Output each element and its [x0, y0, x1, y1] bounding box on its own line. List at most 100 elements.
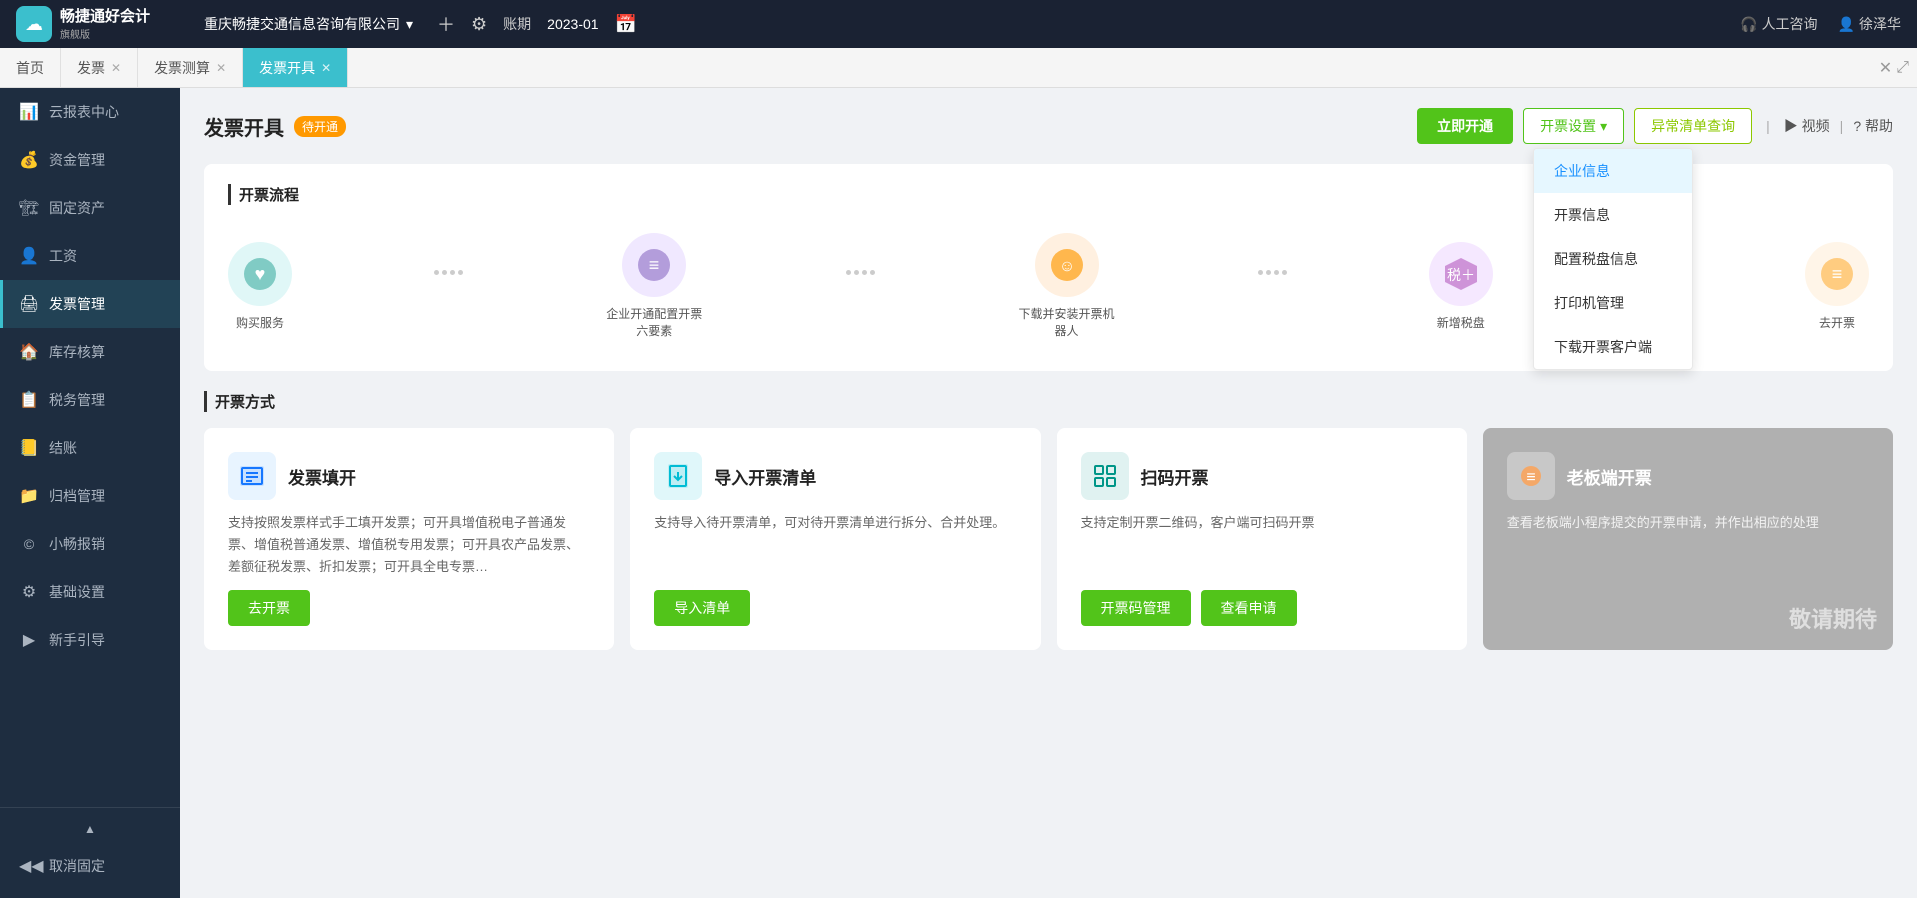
method-fill-icon — [228, 452, 276, 500]
settings-dropdown-menu: 企业信息 开票信息 配置税盘信息 打印机管理 下载开票客户端 ➜ — [1533, 148, 1693, 370]
dropdown-tax-disk-label: 配置税盘信息 — [1554, 249, 1638, 269]
method-import-header: 导入开票清单 — [654, 452, 1016, 500]
sidebar-finance-label: 资金管理 — [49, 150, 105, 170]
reports-icon: 📊 — [19, 102, 39, 122]
sidebar-item-payroll[interactable]: 👤 工资 — [0, 232, 180, 280]
header-actions: 立即开通 开票设置 ▾ 异常清单查询 | ▶ 视频 | ? 帮助 — [1417, 108, 1893, 144]
tab-calc[interactable]: 发票测算 ✕ — [138, 48, 243, 87]
step-4: 税＋ 新增税盘 — [1429, 242, 1493, 331]
sidebar-reports-label: 云报表中心 — [49, 102, 119, 122]
guide-icon: ▶ — [19, 630, 39, 650]
sidebar-basic-label: 基础设置 — [49, 582, 105, 602]
step-5-icon: ≡ — [1805, 242, 1869, 306]
method-import-icon — [654, 452, 702, 500]
dropdown-item-invoice-info[interactable]: 开票信息 — [1534, 193, 1692, 237]
sidebar-item-inventory[interactable]: 🏠 库存核算 — [0, 328, 180, 376]
page-header: 发票开具 待开通 立即开通 开票设置 ▾ 异常清单查询 | ▶ 视频 | ? 帮… — [204, 108, 1893, 144]
expense-icon: © — [19, 536, 39, 552]
sidebar-item-expense[interactable]: © 小畅报销 — [0, 520, 180, 568]
tab-invoice[interactable]: 发票 ✕ — [61, 48, 138, 87]
svg-text:≡: ≡ — [649, 255, 660, 275]
settings-button[interactable]: ⚙ — [471, 14, 487, 35]
user-area[interactable]: 👤 徐泽华 — [1838, 14, 1901, 34]
help-button[interactable]: ? 帮助 — [1853, 116, 1893, 136]
tax-icon: 📋 — [19, 390, 39, 410]
video-button[interactable]: ▶ 视频 — [1784, 116, 1830, 136]
sidebar-tax-label: 税务管理 — [49, 390, 105, 410]
unpin-icon: ◀◀ — [19, 856, 39, 876]
method-fill-desc: 支持按照发票样式手工填开发票；可开具增值税电子普通发票、增值税普通发票、增值税专… — [228, 512, 590, 578]
dropdown-company-label: 企业信息 — [1554, 161, 1610, 181]
method-import-title: 导入开票清单 — [714, 464, 816, 489]
divider: | — [1766, 118, 1770, 134]
logo-title: 畅捷通好会计 — [60, 8, 150, 26]
sidebar-assets-label: 固定资产 — [49, 198, 105, 218]
sidebar-item-finance[interactable]: 💰 资金管理 — [0, 136, 180, 184]
step-3-icon: ☺ — [1035, 233, 1099, 297]
sidebar-guide-label: 新手引导 — [49, 630, 105, 650]
sidebar-item-basic[interactable]: ⚙ 基础设置 — [0, 568, 180, 616]
method-scan-qrcode-btn[interactable]: 开票码管理 — [1081, 590, 1191, 626]
add-button[interactable]: ＋ — [437, 11, 455, 37]
sidebar-bottom: ▲ ◀◀ 取消固定 — [0, 807, 180, 898]
method-boss-desc: 查看老板端小程序提交的开票申请，并作出相应的处理 — [1507, 512, 1869, 534]
exception-list-button[interactable]: 异常清单查询 — [1634, 108, 1752, 144]
sidebar-closing-label: 结账 — [49, 438, 77, 458]
activate-button[interactable]: 立即开通 — [1417, 108, 1513, 144]
period-label: 账期 — [503, 14, 531, 34]
svg-text:≡: ≡ — [1832, 264, 1843, 284]
svg-text:♥: ♥ — [255, 264, 266, 284]
dropdown-download-label: 下载开票客户端 — [1554, 337, 1652, 357]
tab-issue[interactable]: 发票开具 ✕ — [243, 48, 348, 87]
sidebar-inventory-label: 库存核算 — [49, 342, 105, 362]
method-boss-header: ≡ 老板端开票 — [1507, 452, 1869, 500]
archive-icon: 📁 — [19, 486, 39, 506]
tab-invoice-close[interactable]: ✕ — [111, 61, 121, 75]
play-icon: ▶ — [1784, 118, 1798, 134]
sidebar-scroll-up[interactable]: ▲ — [0, 816, 180, 842]
tab-issue-close[interactable]: ✕ — [321, 61, 331, 75]
method-import-btn[interactable]: 导入清单 — [654, 590, 750, 626]
maximize-button[interactable]: ⤢ — [1896, 59, 1909, 77]
dropdown-item-tax-disk[interactable]: 配置税盘信息 — [1534, 237, 1692, 281]
sidebar-item-guide[interactable]: ▶ 新手引导 — [0, 616, 180, 664]
tab-home-label: 首页 — [16, 58, 44, 78]
divider2: | — [1840, 118, 1844, 134]
calendar-button[interactable]: 📅 — [615, 14, 637, 35]
sidebar-archive-label: 归档管理 — [49, 486, 105, 506]
step-4-label: 新增税盘 — [1437, 314, 1485, 331]
connector-2 — [704, 270, 1016, 275]
sidebar-invoice-label: 发票管理 — [49, 294, 105, 314]
method-scan-view-btn[interactable]: 查看申请 — [1201, 590, 1297, 626]
step-3-label: 下载并安装开票机器人 — [1017, 305, 1117, 339]
sidebar-item-assets[interactable]: 🏗 固定资产 — [0, 184, 180, 232]
step-2-label: 企业开通配置开票六要素 — [604, 305, 704, 339]
sidebar-item-invoice[interactable]: 🖨 发票管理 — [0, 280, 180, 328]
sidebar-item-reports[interactable]: 📊 云报表中心 — [0, 88, 180, 136]
settings-dropdown-button[interactable]: 开票设置 ▾ — [1523, 108, 1624, 144]
dropdown-printer-label: 打印机管理 — [1554, 293, 1624, 313]
dropdown-item-download-client[interactable]: 下载开票客户端 — [1534, 325, 1692, 369]
top-right-area: 🎧 人工咨询 👤 徐泽华 — [1740, 14, 1901, 34]
dropdown-item-printer[interactable]: 打印机管理 — [1534, 281, 1692, 325]
company-name: 重庆畅捷交通信息咨询有限公司 — [204, 14, 400, 34]
step-5-label: 去开票 — [1819, 314, 1855, 331]
sidebar-item-unpin[interactable]: ◀◀ 取消固定 — [0, 842, 180, 890]
settings-chevron-icon: ▾ — [1600, 118, 1607, 135]
step-4-icon: 税＋ — [1429, 242, 1493, 306]
sidebar-item-closing[interactable]: 📒 结账 — [0, 424, 180, 472]
company-selector[interactable]: 重庆畅捷交通信息咨询有限公司 ▾ — [204, 14, 413, 34]
dropdown-item-company[interactable]: 企业信息 — [1534, 149, 1692, 193]
close-all-tab-button[interactable]: ✕ — [1879, 58, 1892, 78]
sidebar-item-archive[interactable]: 📁 归档管理 — [0, 472, 180, 520]
support-label: 人工咨询 — [1762, 14, 1818, 34]
sidebar-item-tax[interactable]: 📋 税务管理 — [0, 376, 180, 424]
sidebar-unpin-label: 取消固定 — [49, 856, 105, 876]
method-fill-btn[interactable]: 去开票 — [228, 590, 310, 626]
support-button[interactable]: 🎧 人工咨询 — [1740, 14, 1817, 34]
tab-calc-close[interactable]: ✕ — [216, 61, 226, 75]
method-scan-desc: 支持定制开票二维码，客户端可扫码开票 — [1081, 512, 1443, 534]
tab-home[interactable]: 首页 — [0, 48, 61, 87]
sidebar-payroll-label: 工资 — [49, 246, 77, 266]
company-dropdown-icon: ▾ — [406, 16, 413, 33]
